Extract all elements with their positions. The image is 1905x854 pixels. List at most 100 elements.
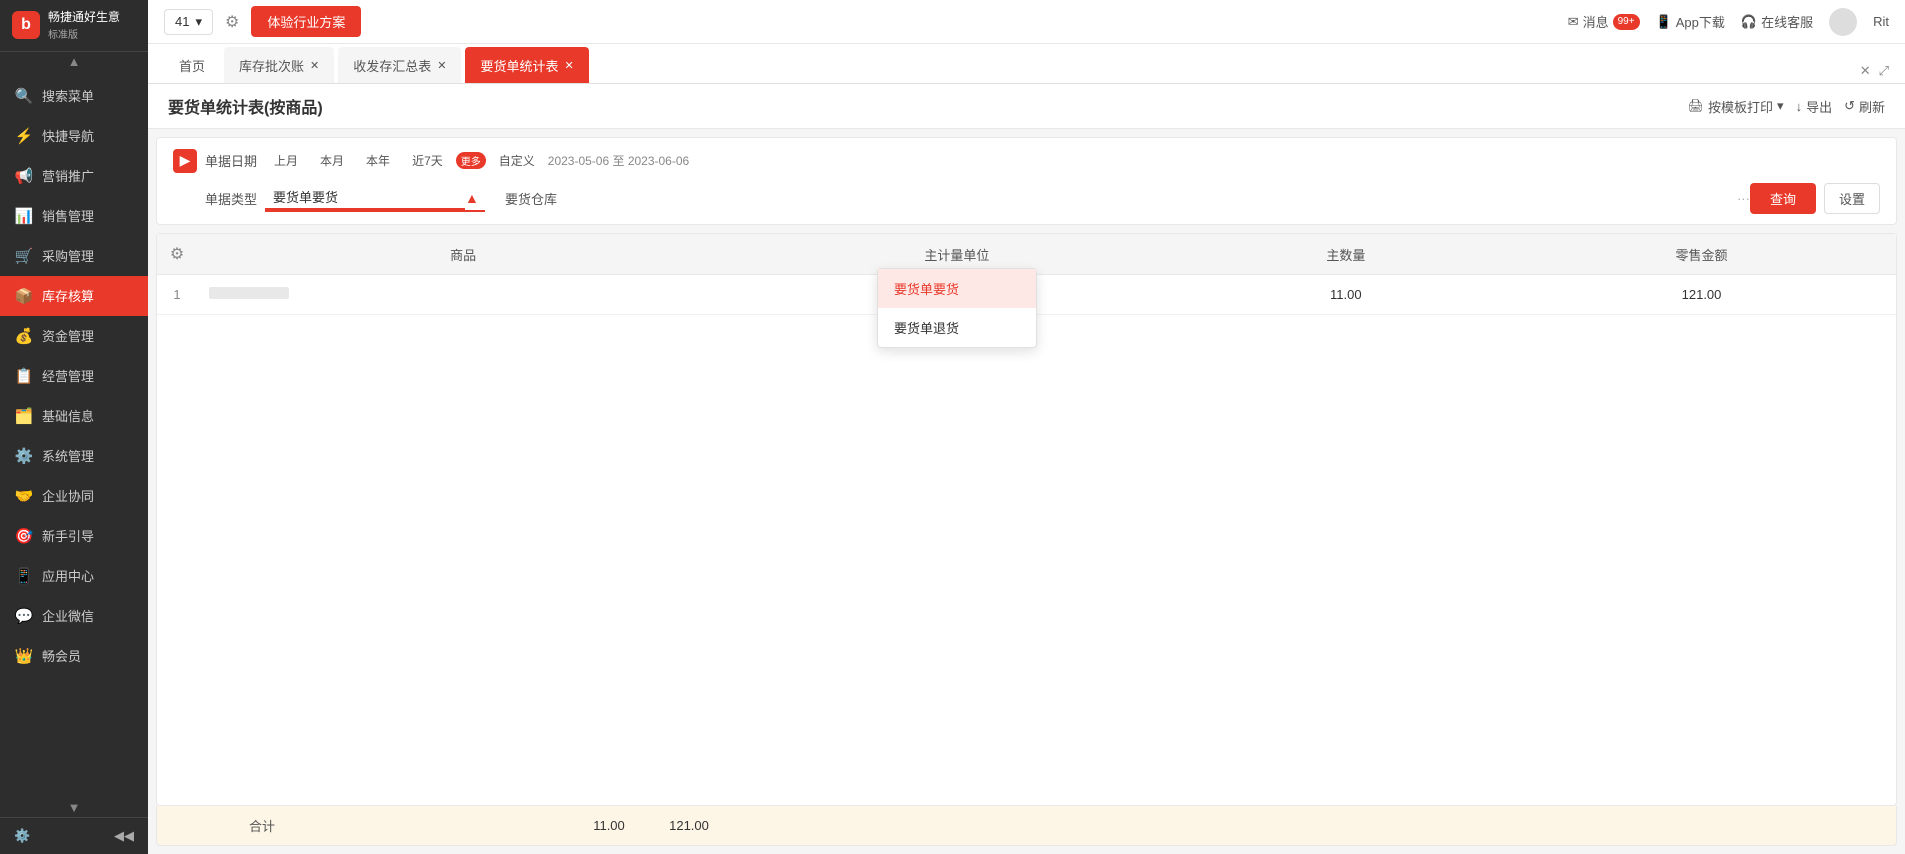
sidebar-item-system[interactable]: ⚙️系统管理 [0, 436, 148, 476]
sidebar-collapse-icon[interactable]: ◀◀ [114, 828, 134, 844]
search-icon: 🔍 [14, 86, 34, 106]
type-dropdown: 要货单要货 要货单退货 [877, 268, 1037, 348]
avatar[interactable] [1829, 8, 1857, 36]
company-value: 41 [175, 14, 189, 29]
table-settings-icon[interactable]: ⚙ [170, 246, 184, 263]
app-download-label: App下载 [1676, 12, 1725, 31]
sidebar-item-app-center[interactable]: 📱 应用中心 [0, 556, 148, 596]
date-btn-7days[interactable]: 近7天 [403, 148, 452, 173]
footer-label: 合计 [249, 816, 569, 835]
tab-collection-summary-close[interactable]: ✕ [437, 59, 446, 72]
sidebar-item-label-member: 畅会员 [42, 646, 81, 665]
sidebar-item-marketing[interactable]: 📢营销推广 [0, 156, 148, 196]
sidebar-item-inventory[interactable]: 📦库存核算 [0, 276, 148, 316]
date-btn-this-year[interactable]: 本年 [357, 148, 399, 173]
type-label: 单据类型 [205, 189, 257, 208]
tab-order-summary[interactable]: 要货单统计表 ✕ [465, 47, 588, 83]
app-logo-icon: b [12, 11, 40, 39]
page-header: 要货单统计表(按商品) 🖨 按模板打印 ▾ ↓ 导出 ↺ 刷新 [148, 84, 1905, 129]
sidebar-item-member[interactable]: 👑 畅会员 [0, 636, 148, 676]
page-title: 要货单统计表(按商品) [168, 94, 323, 118]
tab-collection-summary[interactable]: 收发存汇总表 ✕ [338, 47, 461, 83]
finance-icon: 💰 [14, 326, 34, 346]
print-action[interactable]: 🖨 按模板打印 ▾ [1688, 97, 1784, 116]
date-more-badge[interactable]: 更多 [456, 152, 486, 169]
message-badge: 99+ [1613, 14, 1640, 30]
online-service-label: 在线客服 [1761, 12, 1813, 31]
dropdown-item-order-goods[interactable]: 要货单要货 [878, 269, 1036, 308]
member-icon: 👑 [14, 646, 34, 666]
sidebar-item-search[interactable]: 🔍搜索菜单 [0, 76, 148, 116]
type-select-input[interactable] [265, 185, 465, 210]
refresh-action[interactable]: ↺ 刷新 [1844, 97, 1885, 116]
company-selector[interactable]: 41 ▾ [164, 9, 213, 35]
sidebar-item-label-finance: 资金管理 [42, 326, 94, 345]
date-btn-custom[interactable]: 自定义 [490, 148, 544, 173]
online-service-item[interactable]: 🎧 在线客服 [1741, 12, 1813, 31]
tab-expand-icon[interactable]: ⤢ [1879, 63, 1889, 79]
settings-button[interactable]: 设置 [1824, 183, 1880, 214]
export-icon: ↓ [1796, 99, 1803, 114]
print-icon: 🖨 [1688, 98, 1705, 114]
quick-nav-icon: ⚡ [14, 126, 34, 146]
tab-home-label: 首页 [179, 56, 205, 75]
tab-batch-account-close[interactable]: ✕ [310, 59, 319, 72]
sidebar-item-label-app-center: 应用中心 [42, 566, 94, 585]
topbar-left: 41 ▾ ⚙ 体验行业方案 [164, 6, 361, 37]
app-name: 畅捷通好生意 [48, 10, 120, 26]
export-action[interactable]: ↓ 导出 [1796, 97, 1833, 116]
sidebar-item-label-system: 系统管理 [42, 446, 94, 465]
tab-batch-account-label: 库存批次账 [239, 56, 304, 75]
topbar: 41 ▾ ⚙ 体验行业方案 ✉ 消息 99+ 📱 App下载 🎧 在线客服 Ri… [148, 0, 1905, 44]
basic-icon: 🗂️ [14, 406, 34, 426]
sidebar-item-label-basic: 基础信息 [42, 406, 94, 425]
page-content: 要货单统计表(按商品) 🖨 按模板打印 ▾ ↓ 导出 ↺ 刷新 [148, 84, 1905, 854]
sidebar: b 畅捷通好生意 标准版 ▲ 🔍搜索菜单⚡快捷导航📢营销推广📊销售管理🛒采购管理… [0, 0, 148, 854]
message-icon: ✉ [1568, 14, 1579, 30]
sidebar-item-finance[interactable]: 💰 资金管理 [0, 316, 148, 356]
filter-arrow-btn[interactable]: ▶ [173, 149, 197, 173]
sidebar-item-basic[interactable]: 🗂️ 基础信息 [0, 396, 148, 436]
message-item[interactable]: ✉ 消息 99+ [1568, 12, 1640, 31]
sidebar-logo: b 畅捷通好生意 标准版 [0, 0, 148, 52]
sidebar-footer: ⚙️ ◀◀ [0, 817, 148, 854]
sidebar-item-sales[interactable]: 📊销售管理 [0, 196, 148, 236]
sidebar-item-collab[interactable]: 🤝企业协同 [0, 476, 148, 516]
tabbar: 首页 库存批次账 ✕ 收发存汇总表 ✕ 要货单统计表 ✕ ✕ ⤢ [148, 44, 1905, 84]
sales-icon: 📊 [14, 206, 34, 226]
sidebar-item-purchase[interactable]: 🛒采购管理 [0, 236, 148, 276]
sidebar-item-guide[interactable]: 🎯新手引导 [0, 516, 148, 556]
tab-minimize-icon[interactable]: ✕ [1860, 63, 1871, 79]
row-quantity: 11.00 [1185, 275, 1507, 315]
refresh-icon: ↺ [1844, 98, 1855, 114]
sidebar-item-label-operations: 经营管理 [42, 366, 94, 385]
app-center-icon: 📱 [14, 566, 34, 586]
query-button[interactable]: 查询 [1750, 183, 1816, 214]
footer-amount: 121.00 [649, 818, 729, 833]
sidebar-nav: 🔍搜索菜单⚡快捷导航📢营销推广📊销售管理🛒采购管理📦库存核算 💰 资金管理 📋 经营管理… [0, 72, 148, 797]
sidebar-settings-icon[interactable]: ⚙️ [14, 828, 30, 844]
topbar-gear-icon[interactable]: ⚙ [225, 12, 239, 32]
sidebar-item-wechat[interactable]: 💬企业微信 [0, 596, 148, 636]
tab-collection-summary-label: 收发存汇总表 [353, 56, 431, 75]
tab-home[interactable]: 首页 [164, 47, 220, 83]
tab-order-summary-close[interactable]: ✕ [565, 59, 574, 72]
tab-batch-account[interactable]: 库存批次账 ✕ [224, 47, 334, 83]
sidebar-item-operations[interactable]: 📋 经营管理 [0, 356, 148, 396]
col-header-amount: 零售金额 [1507, 234, 1896, 275]
main-area: 41 ▾ ⚙ 体验行业方案 ✉ 消息 99+ 📱 App下载 🎧 在线客服 Ri… [148, 0, 1905, 854]
row-num: 1 [157, 275, 197, 315]
app-download-item[interactable]: 📱 App下载 [1656, 12, 1725, 31]
sidebar-scroll-up[interactable]: ▲ [0, 52, 148, 72]
dropdown-item-order-return[interactable]: 要货单退货 [878, 308, 1036, 347]
footer-quantity: 11.00 [569, 818, 649, 833]
sidebar-item-quick-nav[interactable]: ⚡快捷导航 [0, 116, 148, 156]
trial-button[interactable]: 体验行业方案 [251, 6, 361, 37]
sidebar-scroll-down[interactable]: ▼ [0, 797, 148, 817]
date-btn-this-month[interactable]: 本月 [311, 148, 353, 173]
type-select-chevron-icon[interactable]: ▲ [465, 190, 479, 206]
date-range-display: 2023-05-06 至 2023-06-06 [548, 152, 689, 169]
date-btn-last-month[interactable]: 上月 [265, 148, 307, 173]
filter-more-icon[interactable]: ··· [1737, 191, 1750, 206]
operations-icon: 📋 [14, 366, 34, 386]
